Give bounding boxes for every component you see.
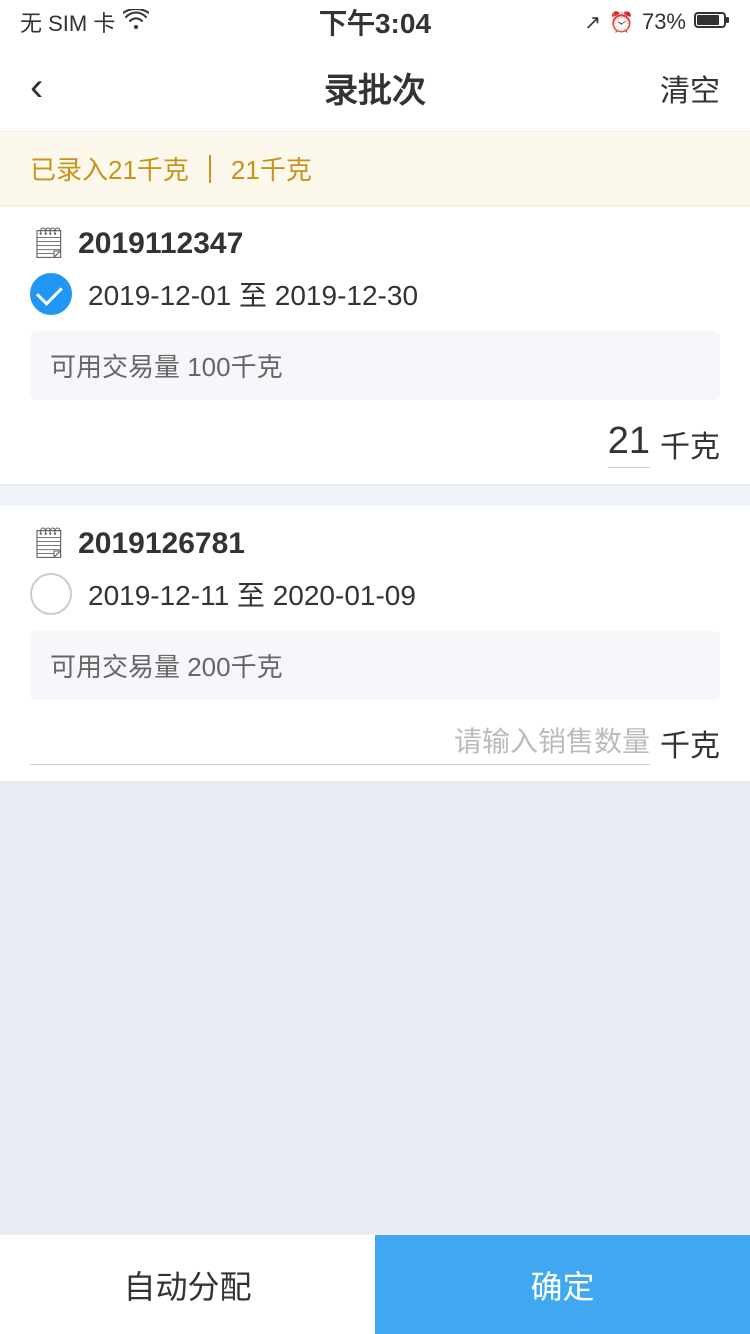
alarm-icon: ⏰ <box>609 10 634 35</box>
batch1-unit: 千克 <box>660 422 720 466</box>
content-area: 已录入21千克 21千克 🗒 2019112347 2019-12-01 至 2… <box>0 132 750 1322</box>
info-banner: 已录入21千克 21千克 <box>0 132 750 206</box>
bottom-bar: 自动分配 确定 <box>0 1234 750 1334</box>
status-time: 下午3:04 <box>319 2 431 42</box>
batch2-available: 可用交易量 200千克 <box>30 631 720 700</box>
batch-card-2: 🗒 2019126781 2019-12-11 至 2020-01-09 可用交… <box>0 506 750 781</box>
status-bar: 无 SIM 卡 下午3:04 ↗ ⏰ 73% <box>0 0 750 44</box>
batch2-header: 🗒 2019126781 <box>30 526 720 561</box>
info-banner-divider <box>209 155 211 183</box>
batch1-icon: 🗒 <box>30 226 68 261</box>
batch2-number: 2019126781 <box>78 527 245 561</box>
back-button[interactable]: ‹ <box>30 65 90 110</box>
batch-card-1: 🗒 2019112347 2019-12-01 至 2019-12-30 可用交… <box>0 206 750 484</box>
battery-label: 73% <box>642 9 686 35</box>
batch2-unit: 千克 <box>660 721 720 765</box>
status-left: 无 SIM 卡 <box>20 6 149 38</box>
batch2-quantity-area: 请输入销售数量 <box>30 720 650 765</box>
batch2-date-row: 2019-12-11 至 2020-01-09 <box>30 573 720 615</box>
batch1-quantity-area: 21 <box>608 420 650 468</box>
clear-button[interactable]: 清空 <box>660 66 720 110</box>
batch1-available: 可用交易量 100千克 <box>30 331 720 400</box>
status-right: ↗ ⏰ 73% <box>584 9 730 35</box>
auto-distribute-button[interactable]: 自动分配 <box>0 1235 375 1334</box>
batch1-date: 2019-12-01 至 2019-12-30 <box>88 274 418 314</box>
batch2-icon: 🗒 <box>30 526 68 561</box>
batch1-date-row: 2019-12-01 至 2019-12-30 <box>30 273 720 315</box>
batch1-header: 🗒 2019112347 <box>30 226 720 261</box>
batch-separator <box>0 486 750 506</box>
batch1-input-wrapper: 21 千克 <box>0 400 750 484</box>
battery-icon <box>694 9 730 35</box>
batch2-radio[interactable] <box>30 573 72 615</box>
batch1-quantity-value[interactable]: 21 <box>608 420 650 463</box>
page-title: 录批次 <box>324 63 426 112</box>
nav-bar: ‹ 录批次 清空 <box>0 44 750 132</box>
location-icon: ↗ <box>584 10 601 35</box>
batch1-number: 2019112347 <box>78 227 243 261</box>
info-banner-amount: 21千克 <box>231 150 312 187</box>
wifi-icon <box>123 9 149 35</box>
confirm-button[interactable]: 确定 <box>375 1235 750 1334</box>
batch2-quantity-placeholder[interactable]: 请输入销售数量 <box>454 720 650 760</box>
batch1-radio[interactable] <box>30 273 72 315</box>
info-banner-label: 已录入21千克 <box>30 150 189 187</box>
batch2-input-wrapper: 请输入销售数量 千克 <box>0 700 750 781</box>
sim-label: 无 SIM 卡 <box>20 6 115 38</box>
batch2-date: 2019-12-11 至 2020-01-09 <box>88 574 416 614</box>
